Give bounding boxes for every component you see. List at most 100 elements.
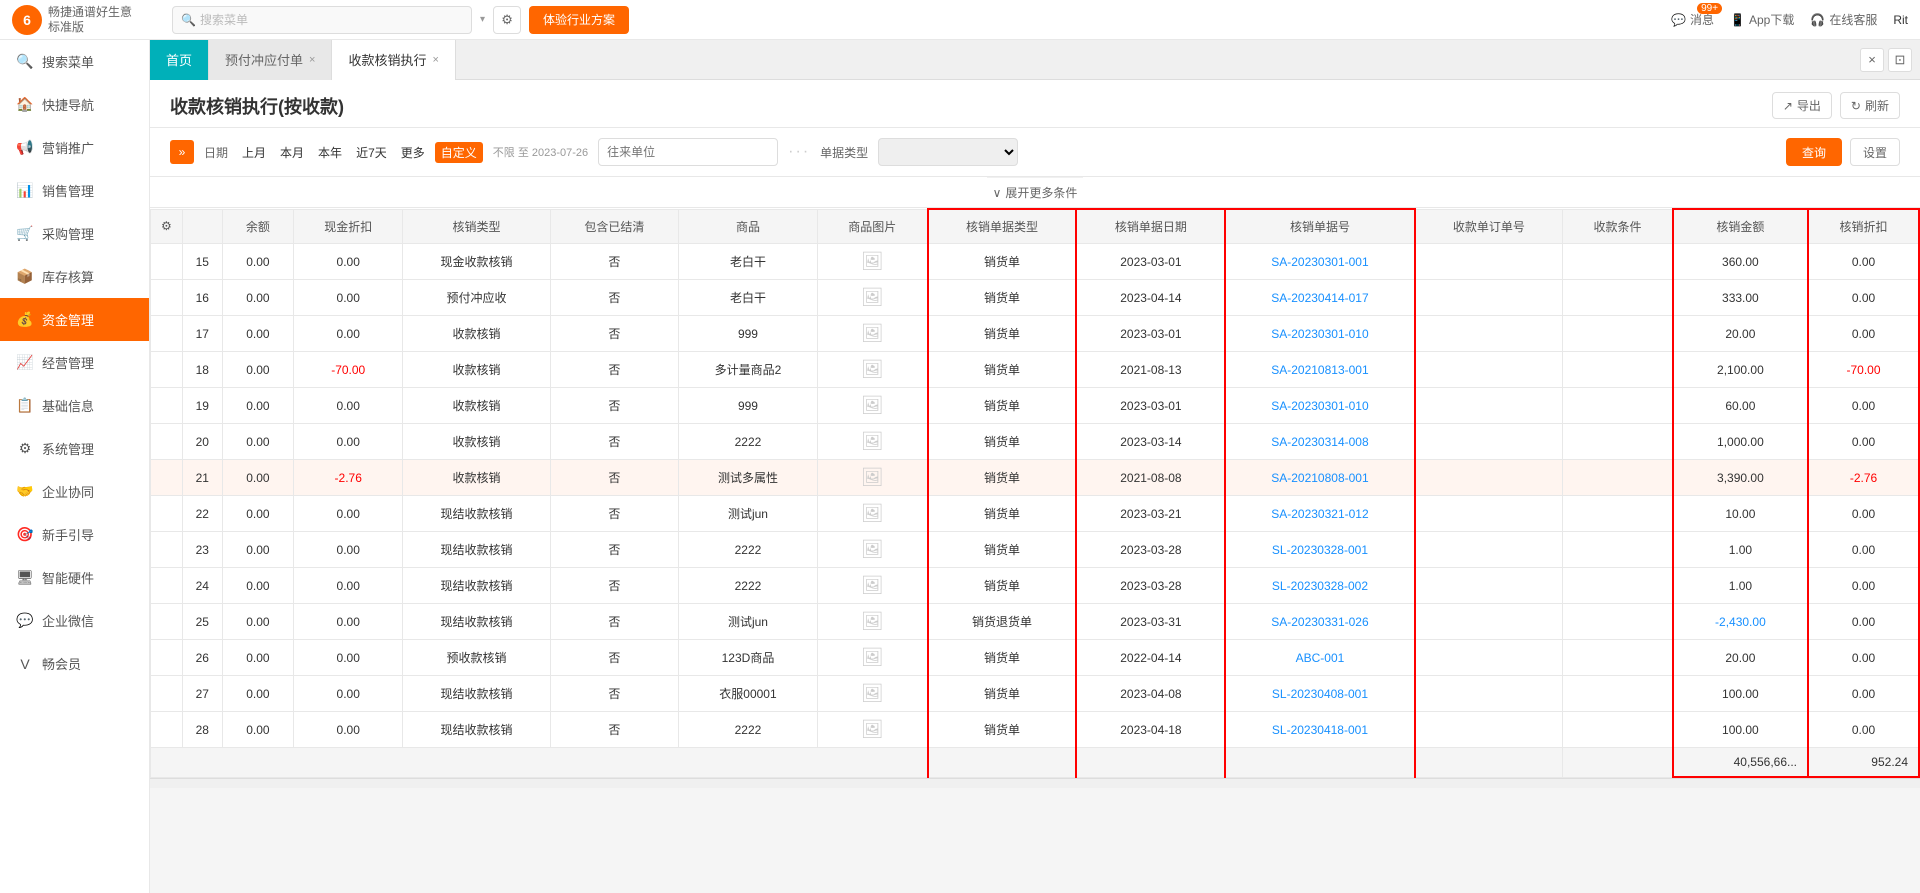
td-goods-image[interactable]: 🖼: [817, 640, 927, 676]
td-writeoff-bill-no[interactable]: SL-20230418-001: [1225, 712, 1414, 748]
online-service-button[interactable]: 🎧 在线客服: [1810, 11, 1877, 28]
td-goods-image[interactable]: 🖼: [817, 460, 927, 496]
td-goods-image[interactable]: 🖼: [817, 424, 927, 460]
gear-button[interactable]: ⚙: [493, 6, 521, 34]
bill-no-link[interactable]: SA-20230331-026: [1271, 615, 1368, 629]
td-writeoff-bill-no[interactable]: ABC-001: [1225, 640, 1414, 676]
sidebar-item-enterprise[interactable]: 🤝 企业协同: [0, 470, 149, 513]
message-button[interactable]: 💬 消息 99+: [1671, 11, 1714, 28]
bill-no-link[interactable]: SL-20230328-001: [1272, 543, 1368, 557]
td-settings[interactable]: [151, 424, 183, 460]
bill-no-link[interactable]: SA-20210808-001: [1271, 471, 1368, 485]
td-settings[interactable]: [151, 460, 183, 496]
sidebar-item-purchase[interactable]: 🛒 采购管理: [0, 212, 149, 255]
date-this-month[interactable]: 本月: [276, 142, 308, 163]
td-settings[interactable]: [151, 388, 183, 424]
td-goods-image[interactable]: 🖼: [817, 568, 927, 604]
td-settings[interactable]: [151, 352, 183, 388]
bill-no-link[interactable]: ABC-001: [1296, 651, 1345, 665]
td-goods-image[interactable]: 🖼: [817, 352, 927, 388]
bill-no-link[interactable]: SA-20230321-012: [1271, 507, 1368, 521]
tab-close-button[interactable]: ×: [1860, 48, 1884, 72]
date-custom[interactable]: 自定义: [435, 142, 483, 163]
td-writeoff-bill-no[interactable]: SA-20230321-012: [1225, 496, 1414, 532]
filter-toggle-btn[interactable]: »: [170, 140, 194, 164]
tab-prepay-close[interactable]: ×: [309, 54, 315, 66]
dropdown-arrow-icon[interactable]: ▾: [480, 14, 485, 25]
expand-more-btn[interactable]: ∨ 展开更多条件: [987, 177, 1084, 207]
td-settings[interactable]: [151, 676, 183, 712]
sidebar-item-search[interactable]: 🔍 搜索菜单: [0, 40, 149, 83]
search-bar[interactable]: 🔍 搜索菜单: [172, 6, 472, 34]
app-download-button[interactable]: 📱 App下载: [1730, 11, 1794, 28]
th-settings[interactable]: ⚙: [151, 209, 183, 244]
td-settings[interactable]: [151, 712, 183, 748]
td-settings[interactable]: [151, 604, 183, 640]
td-goods-image[interactable]: 🖼: [817, 496, 927, 532]
td-writeoff-bill-no[interactable]: SA-20230314-008: [1225, 424, 1414, 460]
bill-no-link[interactable]: SA-20230301-010: [1271, 399, 1368, 413]
date-more[interactable]: 更多: [397, 142, 429, 163]
td-settings[interactable]: [151, 280, 183, 316]
bill-no-link[interactable]: SA-20230301-001: [1271, 255, 1368, 269]
bill-no-link[interactable]: SA-20230301-010: [1271, 327, 1368, 341]
bill-no-link[interactable]: SL-20230418-001: [1272, 723, 1368, 737]
bill-no-link[interactable]: SL-20230408-001: [1272, 687, 1368, 701]
bill-no-link[interactable]: SL-20230328-002: [1272, 579, 1368, 593]
td-writeoff-bill-no[interactable]: SA-20230301-010: [1225, 388, 1414, 424]
tab-receipt[interactable]: 收款核销执行 ×: [332, 40, 455, 80]
sidebar-item-inventory[interactable]: 📦 库存核算: [0, 255, 149, 298]
td-writeoff-bill-no[interactable]: SL-20230328-001: [1225, 532, 1414, 568]
date-last-month[interactable]: 上月: [238, 142, 270, 163]
sidebar-item-hardware[interactable]: 🖥 智能硬件: [0, 556, 149, 599]
bill-no-link[interactable]: SA-20210813-001: [1271, 363, 1368, 377]
sidebar-item-guide[interactable]: 🎯 新手引导: [0, 513, 149, 556]
td-writeoff-bill-no[interactable]: SA-20210813-001: [1225, 352, 1414, 388]
td-goods-image[interactable]: 🖼: [817, 532, 927, 568]
td-writeoff-bill-no[interactable]: SA-20230331-026: [1225, 604, 1414, 640]
bill-no-link[interactable]: SA-20230414-017: [1271, 291, 1368, 305]
sidebar-item-marketing[interactable]: 📢 营销推广: [0, 126, 149, 169]
date-7days[interactable]: 近7天: [352, 142, 391, 163]
sidebar-item-operations[interactable]: 📈 经营管理: [0, 341, 149, 384]
sidebar-item-wechat[interactable]: 💬 企业微信: [0, 599, 149, 642]
sidebar-item-shortcut[interactable]: 🏠 快捷导航: [0, 83, 149, 126]
sidebar-item-finance[interactable]: 💰 资金管理: [0, 298, 149, 341]
td-settings[interactable]: [151, 640, 183, 676]
td-writeoff-bill-no[interactable]: SA-20230301-001: [1225, 244, 1414, 280]
td-settings[interactable]: [151, 532, 183, 568]
sidebar-item-sales[interactable]: 📊 销售管理: [0, 169, 149, 212]
sidebar-item-basic[interactable]: 📋 基础信息: [0, 384, 149, 427]
td-writeoff-bill-no[interactable]: SL-20230328-002: [1225, 568, 1414, 604]
industry-btn[interactable]: 体验行业方案: [529, 6, 629, 34]
td-goods-image[interactable]: 🖼: [817, 676, 927, 712]
td-writeoff-bill-no[interactable]: SA-20210808-001: [1225, 460, 1414, 496]
tab-maximize-button[interactable]: ⊡: [1888, 48, 1912, 72]
user-name[interactable]: Rit: [1893, 13, 1908, 27]
td-settings[interactable]: [151, 316, 183, 352]
partner-input[interactable]: [598, 138, 778, 166]
td-writeoff-bill-no[interactable]: SA-20230301-010: [1225, 316, 1414, 352]
td-writeoff-bill-no[interactable]: SL-20230408-001: [1225, 676, 1414, 712]
export-button[interactable]: ↗ 导出: [1772, 92, 1832, 119]
td-goods-image[interactable]: 🖼: [817, 316, 927, 352]
td-settings[interactable]: [151, 568, 183, 604]
bill-no-link[interactable]: SA-20230314-008: [1271, 435, 1368, 449]
setting-button[interactable]: 设置: [1850, 138, 1900, 166]
tab-prepay[interactable]: 预付冲应付单 ×: [209, 40, 332, 80]
td-goods-image[interactable]: 🖼: [817, 604, 927, 640]
query-button[interactable]: 查询: [1786, 138, 1842, 166]
td-goods-image[interactable]: 🖼: [817, 244, 927, 280]
date-this-year[interactable]: 本年: [314, 142, 346, 163]
single-type-select[interactable]: [878, 138, 1018, 166]
sidebar-item-system[interactable]: ⚙ 系统管理: [0, 427, 149, 470]
table-area[interactable]: ⚙ 余额 现金折扣 核销类型 包含已结清 商品 商品图片 核销单据类型 核销单据…: [150, 208, 1920, 893]
sidebar-item-member[interactable]: V 畅会员: [0, 642, 149, 685]
td-settings[interactable]: [151, 244, 183, 280]
td-writeoff-bill-no[interactable]: SA-20230414-017: [1225, 280, 1414, 316]
refresh-button[interactable]: ↻ 刷新: [1840, 92, 1900, 119]
tab-receipt-close[interactable]: ×: [432, 54, 438, 66]
td-goods-image[interactable]: 🖼: [817, 712, 927, 748]
h-scrollbar[interactable]: [150, 778, 1920, 788]
td-settings[interactable]: [151, 496, 183, 532]
